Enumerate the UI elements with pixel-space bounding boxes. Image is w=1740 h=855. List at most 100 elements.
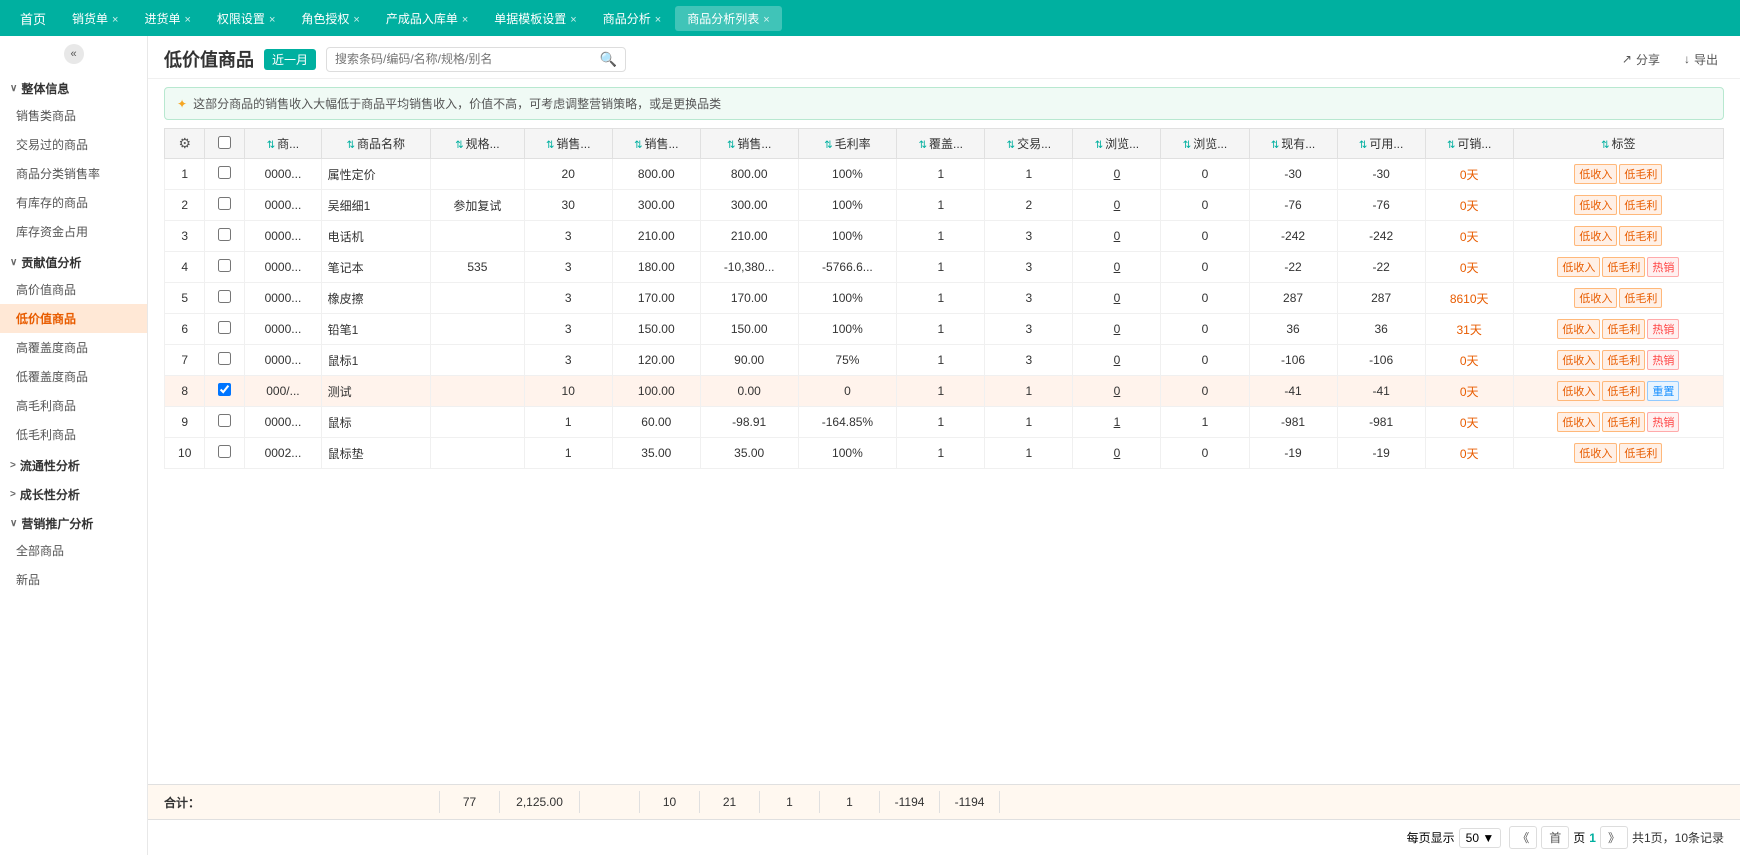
sidebar-item-high-gross[interactable]: 高毛利商品 [0, 391, 147, 420]
info-banner: ✦ 这部分商品的销售收入大幅低于商品平均销售收入，价值不高，可考虑调整营销策略，… [164, 87, 1724, 120]
nav-template-settings[interactable]: 单据模板设置× [482, 6, 588, 31]
col-browse2[interactable]: ⇅浏览... [1161, 129, 1249, 159]
col-settings[interactable]: ⚙ [165, 129, 205, 159]
cell-checkbox[interactable] [205, 376, 245, 407]
cell-checkbox[interactable] [205, 159, 245, 190]
cell-name: 电话机 [321, 221, 431, 252]
table-row: 7 0000... 鼠标1 3 120.00 90.00 75% 1 3 0 0… [165, 345, 1724, 376]
content-area: 低价值商品 近一月 🔍 ↗ 分享 ↓ 导出 ✦ 这部分商品的销售收入大幅低于商品 [148, 36, 1740, 855]
prev-page-btn[interactable]: 《 [1509, 826, 1537, 849]
per-page-dropdown[interactable]: 50 ▼ [1459, 828, 1502, 848]
sidebar-item-low-value[interactable]: 低价值商品 [0, 304, 147, 333]
cell-browse1[interactable]: 0 [1073, 345, 1161, 376]
sidebar-item-low-coverage[interactable]: 低覆盖度商品 [0, 362, 147, 391]
nav-product-in[interactable]: 产成品入库单× [374, 6, 480, 31]
nav-sales[interactable]: 销货单× [60, 6, 130, 31]
nav-purchase[interactable]: 进货单× [132, 6, 202, 31]
cell-checkbox[interactable] [205, 407, 245, 438]
nav-role-auth[interactable]: 角色授权× [289, 6, 371, 31]
period-tag[interactable]: 近一月 [264, 49, 316, 70]
cell-sales-price: 180.00 [612, 252, 700, 283]
cell-checkbox[interactable] [205, 190, 245, 221]
sidebar-item-high-coverage[interactable]: 高覆盖度商品 [0, 333, 147, 362]
cell-checkbox[interactable] [205, 438, 245, 469]
sidebar-group-marketing[interactable]: ∨ 营销推广分析 [0, 507, 147, 536]
tag-label: 低毛利 [1602, 381, 1645, 401]
cell-spec [431, 283, 525, 314]
cell-checkbox[interactable] [205, 283, 245, 314]
sidebar-item-new-goods[interactable]: 新品 [0, 565, 147, 594]
col-trade[interactable]: ⇅交易... [985, 129, 1073, 159]
cell-browse1[interactable]: 0 [1073, 159, 1161, 190]
col-gross-rate[interactable]: ⇅毛利率 [798, 129, 897, 159]
cell-browse2: 1 [1161, 407, 1249, 438]
col-tag[interactable]: ⇅标签 [1513, 129, 1723, 159]
nav-goods-analysis[interactable]: 商品分析× [591, 6, 673, 31]
cell-sellable: 0天 [1425, 190, 1513, 221]
cell-browse1[interactable]: 0 [1073, 376, 1161, 407]
cell-browse1[interactable]: 0 [1073, 190, 1161, 221]
export-icon: ↓ [1684, 52, 1690, 66]
cell-available: -41 [1337, 376, 1425, 407]
export-button[interactable]: ↓ 导出 [1678, 48, 1724, 71]
cell-trade: 3 [985, 221, 1073, 252]
col-sales-amt[interactable]: ⇅销售... [700, 129, 798, 159]
sidebar-item-stock-goods[interactable]: 有库存的商品 [0, 188, 147, 217]
sidebar-group-overall[interactable]: ∨ 整体信息 [0, 72, 147, 101]
cell-browse1[interactable]: 1 [1073, 407, 1161, 438]
cell-browse1[interactable]: 0 [1073, 438, 1161, 469]
cell-browse1[interactable]: 0 [1073, 221, 1161, 252]
sidebar-collapse-btn[interactable]: « [64, 44, 84, 64]
cell-code: 0002... [245, 438, 321, 469]
sidebar-item-high-value[interactable]: 高价值商品 [0, 275, 147, 304]
cell-checkbox[interactable] [205, 345, 245, 376]
cell-current: -19 [1249, 438, 1337, 469]
cell-checkbox[interactable] [205, 252, 245, 283]
nav-goods-analysis-list[interactable]: 商品分析列表× [675, 6, 781, 31]
sidebar-group-circulation[interactable]: > 流通性分析 [0, 449, 147, 478]
cell-code: 0000... [245, 190, 321, 221]
sidebar-item-category-sales-rate[interactable]: 商品分类销售率 [0, 159, 147, 188]
nav-auth-settings[interactable]: 权限设置× [205, 6, 287, 31]
cell-browse1[interactable]: 0 [1073, 283, 1161, 314]
share-button[interactable]: ↗ 分享 [1616, 48, 1666, 71]
tag-label: 低毛利 [1602, 350, 1645, 370]
col-name[interactable]: ⇅商品名称 [321, 129, 431, 159]
sidebar: « ∨ 整体信息 销售类商品 交易过的商品 商品分类销售率 有库存的商品 库存资… [0, 36, 148, 855]
first-page-btn[interactable]: 首 [1541, 826, 1569, 849]
col-sales-qty[interactable]: ⇅销售... [524, 129, 612, 159]
sidebar-group-contribution[interactable]: ∨ 贡献值分析 [0, 246, 147, 275]
sidebar-item-sales-goods[interactable]: 销售类商品 [0, 101, 147, 130]
cell-checkbox[interactable] [205, 221, 245, 252]
cell-cover: 1 [897, 314, 985, 345]
col-browse1[interactable]: ⇅浏览... [1073, 129, 1161, 159]
sidebar-item-traded-goods[interactable]: 交易过的商品 [0, 130, 147, 159]
col-spec[interactable]: ⇅规格... [431, 129, 525, 159]
sidebar-item-all-goods[interactable]: 全部商品 [0, 536, 147, 565]
cell-browse1[interactable]: 0 [1073, 314, 1161, 345]
col-available[interactable]: ⇅可用... [1337, 129, 1425, 159]
cell-checkbox[interactable] [205, 314, 245, 345]
cell-sales-amt: 800.00 [700, 159, 798, 190]
cell-num: 2 [165, 190, 205, 221]
col-cover[interactable]: ⇅覆盖... [897, 129, 985, 159]
col-sales-price[interactable]: ⇅销售... [612, 129, 700, 159]
footer-cell-sales-price: 2,125.00 [500, 791, 580, 813]
sidebar-item-stock-capital[interactable]: 库存资金占用 [0, 217, 147, 246]
col-current[interactable]: ⇅现有... [1249, 129, 1337, 159]
cell-available: -76 [1337, 190, 1425, 221]
search-icon[interactable]: 🔍 [600, 51, 617, 68]
tag-label: 低收入 [1557, 350, 1600, 370]
search-input[interactable] [335, 52, 594, 66]
sidebar-group-growth[interactable]: > 成长性分析 [0, 478, 147, 507]
col-checkbox[interactable] [205, 129, 245, 159]
cell-browse1[interactable]: 0 [1073, 252, 1161, 283]
cell-code: 000/... [245, 376, 321, 407]
col-code[interactable]: ⇅商... [245, 129, 321, 159]
table-row: 3 0000... 电话机 3 210.00 210.00 100% 1 3 0… [165, 221, 1724, 252]
cell-sales-qty: 3 [524, 314, 612, 345]
col-sellable[interactable]: ⇅可销... [1425, 129, 1513, 159]
next-page-btn[interactable]: 》 [1600, 826, 1628, 849]
nav-home[interactable]: 首页 [8, 5, 58, 32]
sidebar-item-low-gross[interactable]: 低毛利商品 [0, 420, 147, 449]
